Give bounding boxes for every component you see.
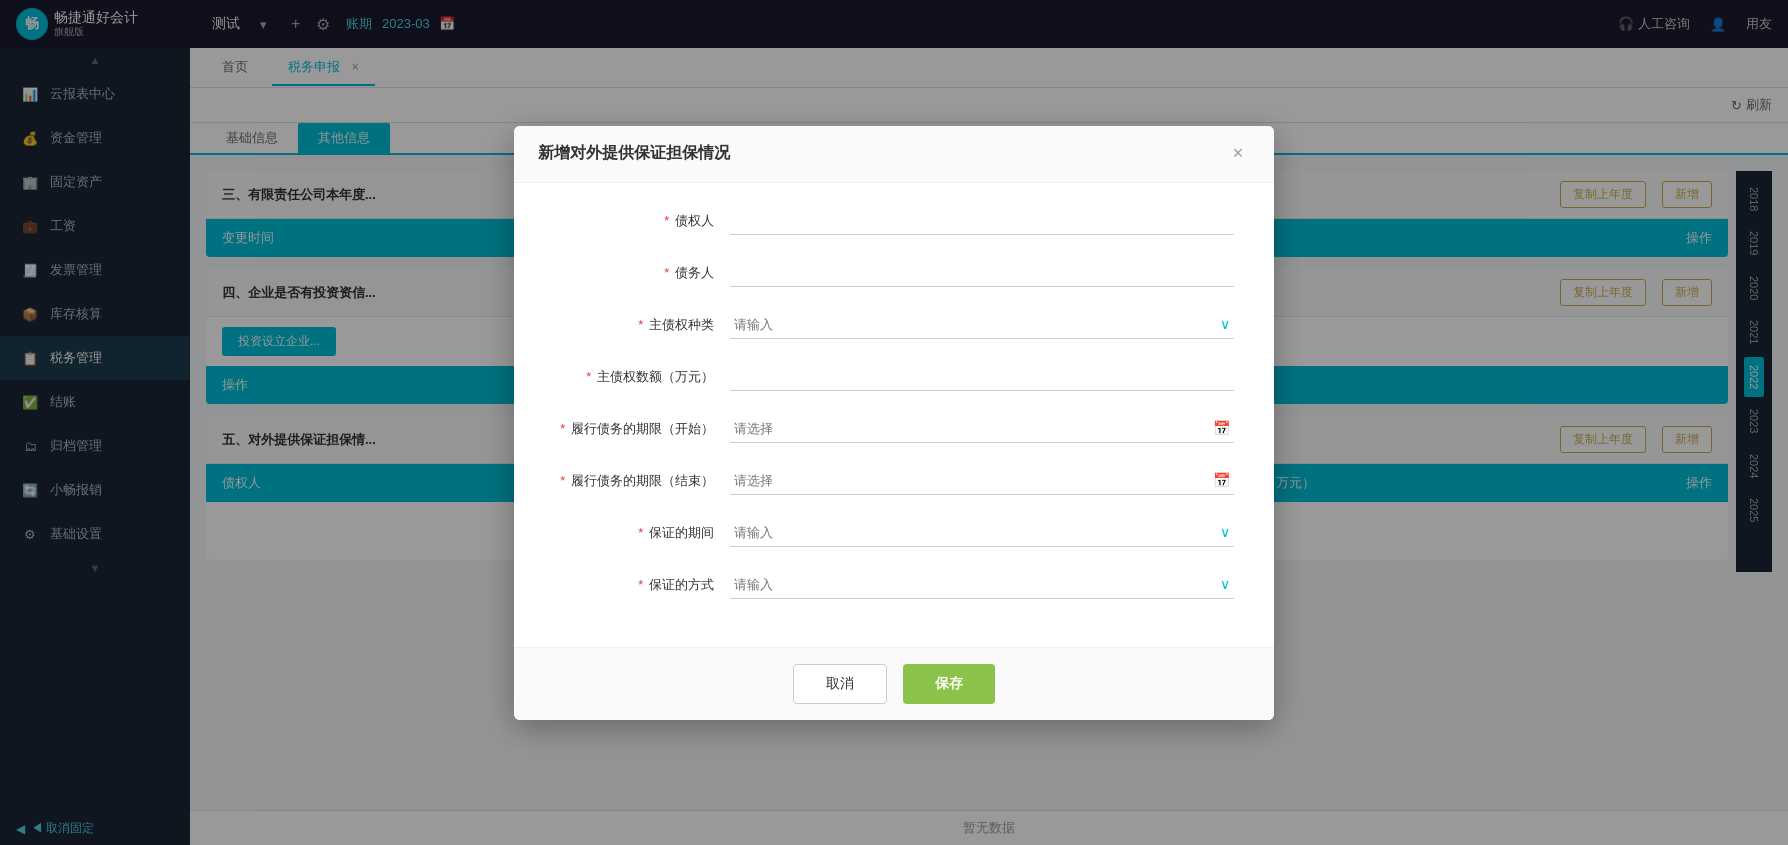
form-row-creditor: * 债权人 [554, 207, 1234, 235]
form-row-guarantee-method: * 保证的方式 ∨ [554, 571, 1234, 599]
guarantee-method-label: * 保证的方式 [554, 576, 714, 594]
perform-start-date-wrap: 📅 [730, 415, 1234, 443]
creditor-label: * 债权人 [554, 212, 714, 230]
perform-end-calendar-icon[interactable]: 📅 [1209, 472, 1234, 488]
claim-type-label: * 主债权种类 [554, 316, 714, 334]
form-row-perform-start: * 履行债务的期限（开始） 📅 [554, 415, 1234, 443]
perform-start-calendar-icon[interactable]: 📅 [1209, 420, 1234, 436]
modal-footer: 取消 保存 [514, 647, 1274, 720]
debtor-input[interactable] [730, 259, 1234, 287]
modal-body: * 债权人 * 债务人 * 主债权种类 [514, 183, 1274, 647]
perform-start-label: * 履行债务的期限（开始） [554, 420, 714, 438]
claim-type-chevron-icon[interactable]: ∨ [1216, 316, 1234, 332]
save-button[interactable]: 保存 [903, 664, 995, 704]
claim-type-select-wrap: ∨ [730, 311, 1234, 339]
claim-amount-label: * 主债权数额（万元） [554, 368, 714, 386]
perform-start-input[interactable] [730, 415, 1209, 442]
guarantee-period-chevron-icon[interactable]: ∨ [1216, 524, 1234, 540]
guarantee-method-select-wrap: ∨ [730, 571, 1234, 599]
form-row-guarantee-period: * 保证的期间 ∨ [554, 519, 1234, 547]
modal-overlay[interactable]: 新增对外提供保证担保情况 × * 债权人 * 债务人 [0, 0, 1788, 845]
guarantee-period-input[interactable] [730, 519, 1216, 546]
claim-amount-input[interactable] [730, 363, 1234, 391]
form-row-perform-end: * 履行债务的期限（结束） 📅 [554, 467, 1234, 495]
guarantee-period-label: * 保证的期间 [554, 524, 714, 542]
form-row-debtor: * 债务人 [554, 259, 1234, 287]
form-row-claim-type: * 主债权种类 ∨ [554, 311, 1234, 339]
modal-header: 新增对外提供保证担保情况 × [514, 126, 1274, 183]
creditor-input[interactable] [730, 207, 1234, 235]
guarantee-method-chevron-icon[interactable]: ∨ [1216, 576, 1234, 592]
claim-type-input[interactable] [730, 311, 1216, 338]
modal-dialog: 新增对外提供保证担保情况 × * 债权人 * 债务人 [514, 126, 1274, 720]
guarantee-method-input[interactable] [730, 571, 1216, 598]
debtor-label: * 债务人 [554, 264, 714, 282]
perform-end-date-wrap: 📅 [730, 467, 1234, 495]
form-row-claim-amount: * 主债权数额（万元） [554, 363, 1234, 391]
modal-title: 新增对外提供保证担保情况 [538, 143, 730, 164]
guarantee-period-select-wrap: ∨ [730, 519, 1234, 547]
perform-end-label: * 履行债务的期限（结束） [554, 472, 714, 490]
modal-close-icon[interactable]: × [1226, 142, 1250, 166]
cancel-button[interactable]: 取消 [793, 664, 887, 704]
perform-end-input[interactable] [730, 467, 1209, 494]
